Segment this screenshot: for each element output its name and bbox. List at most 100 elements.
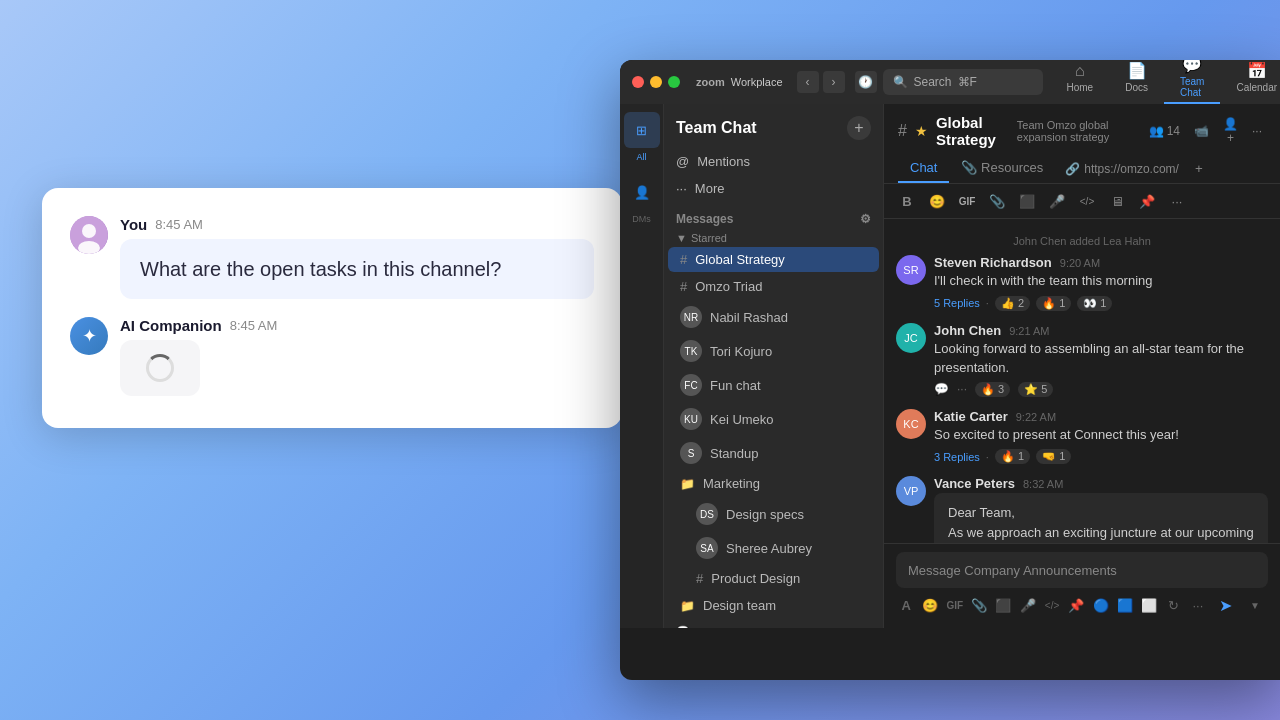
hash-icon: # (680, 252, 687, 267)
input-pin-button[interactable]: 📌 (1066, 592, 1086, 618)
input-attach-button[interactable]: 📎 (969, 592, 989, 618)
add-channel-button[interactable]: + (847, 116, 871, 140)
input-emoji-button[interactable]: 😊 (920, 592, 940, 618)
kei-avatar: KU (680, 408, 702, 430)
john-time: 9:21 AM (1009, 325, 1049, 337)
code-button[interactable]: </> (1074, 188, 1100, 214)
nav-tab-calendar[interactable]: 📅 Calendar (1220, 60, 1280, 104)
format-bold-button[interactable]: B (894, 188, 920, 214)
add-members-button[interactable]: 👤+ (1219, 115, 1242, 147)
fun-chat-label: Fun chat (710, 378, 761, 393)
design-team-label: Design team (703, 598, 776, 613)
channel-kei-umeko[interactable]: KU Kei Umeko (668, 403, 879, 435)
input-add2-button[interactable]: 🟦 (1115, 592, 1135, 618)
add-tab-button[interactable]: + (1189, 155, 1209, 182)
john-react-button[interactable]: 💬 (934, 382, 949, 396)
messages-area[interactable]: John Chen added Lea Hahn SR Steven Richa… (884, 219, 1280, 543)
gif-button[interactable]: GIF (954, 188, 980, 214)
all-icon: ⊞ (636, 123, 647, 138)
ai-loading-bubble (120, 340, 200, 396)
channel-design-team[interactable]: 📁 Design team (668, 593, 879, 618)
reaction-fire[interactable]: 🔥 1 (1036, 296, 1071, 311)
sheree-label: Sheree Aubrey (726, 541, 812, 556)
katie-msg-content: Katie Carter 9:22 AM So excited to prese… (934, 409, 1268, 465)
more-icon: ··· (676, 181, 687, 196)
search-bar[interactable]: 🔍 Search ⌘F (883, 69, 1043, 95)
vance-avatar: VP (896, 476, 926, 506)
nav-tab-home[interactable]: ⌂ Home (1051, 60, 1110, 104)
mentions-label: Mentions (697, 154, 750, 169)
mentions-item[interactable]: @ Mentions (664, 148, 883, 175)
nav-tab-teamchat[interactable]: 💬 Team Chat (1164, 60, 1220, 104)
ai-message: ✦ AI Companion 8:45 AM (70, 317, 594, 396)
message-input[interactable]: Message Company Announcements (896, 552, 1268, 588)
recents-icon: 💬 (676, 625, 690, 628)
channel-tori-kojuro[interactable]: TK Tori Kojuro (668, 335, 879, 367)
katie-fist-reaction[interactable]: 🤜 1 (1036, 449, 1071, 464)
forward-button[interactable]: › (823, 71, 845, 93)
channel-product-design[interactable]: # Product Design (668, 566, 879, 591)
user-message-content: You 8:45 AM What are the open tasks in t… (120, 216, 594, 299)
nav-tab-docs-label: Docs (1125, 82, 1148, 93)
reaction-thumbsup[interactable]: 👍 2 (995, 296, 1030, 311)
messages-section-header: Messages ⚙ (664, 202, 883, 230)
channel-nabil-rashad[interactable]: NR Nabil Rashad (668, 301, 879, 333)
channel-design-specs[interactable]: DS Design specs (668, 498, 879, 530)
input-format-button[interactable]: A (896, 592, 916, 618)
fullscreen-button[interactable] (668, 76, 680, 88)
channel-marketing[interactable]: 📁 Marketing (668, 471, 879, 496)
member-count-button[interactable]: 👥 14 (1145, 122, 1184, 140)
channel-omzo-triad[interactable]: # Omzo Triad (668, 274, 879, 299)
input-add1-button[interactable]: 🔵 (1091, 592, 1111, 618)
more-toolbar-button[interactable]: ··· (1164, 188, 1190, 214)
pin-button[interactable]: 📌 (1134, 188, 1160, 214)
tab-chat[interactable]: Chat (898, 154, 949, 183)
search-icon: 🔍 (893, 75, 908, 89)
icon-sidebar: ⊞ All 👤 DMs (620, 104, 664, 628)
more-item[interactable]: ··· More (664, 175, 883, 202)
tab-resources[interactable]: 📎 Resources (949, 154, 1055, 183)
input-more-button[interactable]: ··· (1188, 592, 1208, 618)
steven-msg-header: Steven Richardson 9:20 AM (934, 255, 1268, 270)
emoji-button[interactable]: 😊 (924, 188, 950, 214)
history-button[interactable]: 🕐 (855, 71, 877, 93)
john-more-button[interactable]: ··· (957, 382, 967, 396)
nav-tab-docs[interactable]: 📄 Docs (1109, 60, 1164, 104)
screenshot-button[interactable]: ⬛ (1014, 188, 1040, 214)
more-options-button[interactable]: ··· (1248, 122, 1266, 140)
john-star-reaction[interactable]: ⭐ 5 (1018, 382, 1053, 397)
channel-global-strategy[interactable]: # Global Strategy (668, 247, 879, 272)
send-button[interactable]: ➤ (1212, 592, 1238, 618)
attachment-button[interactable]: 📎 (984, 188, 1010, 214)
message-row-john: JC John Chen 9:21 AM Looking forward to … (896, 323, 1268, 397)
more-label: More (695, 181, 725, 196)
video-button[interactable]: 📹 (1190, 122, 1213, 140)
audio-button[interactable]: 🎤 (1044, 188, 1070, 214)
katie-name: Katie Carter (934, 409, 1008, 424)
reaction-eyes[interactable]: 👀 1 (1077, 296, 1112, 311)
input-refresh-button[interactable]: ↻ (1163, 592, 1183, 618)
katie-replies[interactable]: 3 Replies (934, 451, 980, 463)
sidebar-all-icon[interactable]: ⊞ (624, 112, 660, 148)
input-screenshot-button[interactable]: ⬛ (993, 592, 1013, 618)
channel-fun-chat[interactable]: FC Fun chat (668, 369, 879, 401)
john-fire-reaction[interactable]: 🔥 3 (975, 382, 1010, 397)
search-shortcut: ⌘F (958, 75, 977, 89)
sidebar-dms-icon[interactable]: 👤 (624, 174, 660, 210)
send-options-button[interactable]: ▼ (1242, 592, 1268, 618)
steven-replies[interactable]: 5 Replies (934, 297, 980, 309)
input-gif-button[interactable]: GIF (945, 592, 965, 618)
katie-fire-reaction[interactable]: 🔥 1 (995, 449, 1030, 464)
back-button[interactable]: ‹ (797, 71, 819, 93)
input-code-button[interactable]: </> (1042, 592, 1062, 618)
channel-standup[interactable]: S Standup (668, 437, 879, 469)
ai-name: AI Companion (120, 317, 222, 334)
fun-avatar: FC (680, 374, 702, 396)
channel-sheree-aubrey[interactable]: SA Sheree Aubrey (668, 532, 879, 564)
tab-link[interactable]: 🔗 https://omzo.com/ (1055, 156, 1189, 182)
minimize-button[interactable] (650, 76, 662, 88)
input-audio-button[interactable]: 🎤 (1018, 592, 1038, 618)
close-button[interactable] (632, 76, 644, 88)
screen-share-button[interactable]: 🖥 (1104, 188, 1130, 214)
input-add3-button[interactable]: ⬜ (1139, 592, 1159, 618)
